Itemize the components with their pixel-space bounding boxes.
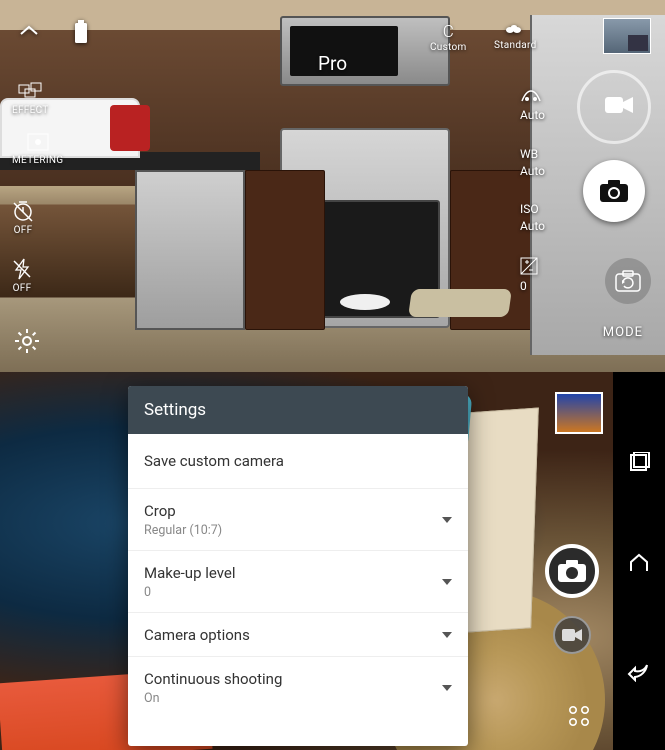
grid-icon bbox=[567, 704, 591, 728]
mode-custom[interactable]: C Custom bbox=[430, 22, 467, 53]
row-title: Continuous shooting bbox=[144, 670, 452, 688]
wb-button[interactable]: WB Auto bbox=[520, 146, 545, 180]
camera-pro-screen: C Custom Pro Standard EFFECT METERING OF… bbox=[0, 0, 665, 372]
flash-button[interactable]: OFF bbox=[12, 258, 32, 294]
gallery-thumbnail[interactable] bbox=[555, 392, 603, 434]
scene-cabinet bbox=[245, 170, 325, 330]
settings-title: Settings bbox=[128, 386, 468, 434]
ev-value: 0 bbox=[520, 278, 545, 295]
camera-icon bbox=[599, 179, 629, 203]
mode-standard[interactable]: Standard bbox=[494, 22, 537, 51]
recent-icon bbox=[628, 452, 650, 474]
mode-custom-label: Custom bbox=[430, 42, 467, 53]
row-continuous-shooting[interactable]: Continuous shooting On bbox=[128, 657, 468, 718]
settings-list[interactable]: Save custom camera Crop Regular (10:7) M… bbox=[128, 434, 468, 746]
nav-bar bbox=[613, 372, 665, 750]
custom-glyph: C bbox=[430, 22, 467, 42]
chevron-down-icon bbox=[440, 630, 454, 640]
chevron-down-icon bbox=[440, 515, 454, 525]
row-title: Camera options bbox=[144, 626, 452, 644]
effect-label: EFFECT bbox=[12, 105, 49, 116]
camera-icon bbox=[557, 559, 587, 583]
app-grid-button[interactable] bbox=[567, 704, 591, 732]
metering-label: METERING bbox=[12, 155, 63, 166]
shutter-button[interactable] bbox=[583, 160, 645, 222]
switch-camera-icon bbox=[614, 269, 642, 293]
mode-pro[interactable]: Pro bbox=[318, 52, 347, 75]
row-title: Make-up level bbox=[144, 564, 452, 582]
iso-value: Auto bbox=[520, 218, 545, 235]
row-makeup-level[interactable]: Make-up level 0 bbox=[128, 551, 468, 613]
row-save-custom-camera[interactable]: Save custom camera bbox=[128, 434, 468, 489]
effect-button[interactable]: EFFECT bbox=[12, 82, 49, 116]
settings-button[interactable] bbox=[14, 328, 40, 357]
mode-button[interactable]: MODE bbox=[603, 325, 643, 340]
chevron-down-icon bbox=[440, 683, 454, 693]
timer-button[interactable]: OFF bbox=[12, 200, 34, 236]
row-sub: On bbox=[144, 691, 452, 706]
scene-plate bbox=[340, 294, 390, 310]
row-title: Crop bbox=[144, 502, 452, 520]
shutter-button[interactable] bbox=[545, 544, 599, 598]
chevron-down-icon bbox=[440, 577, 454, 587]
nav-recent[interactable] bbox=[613, 452, 665, 478]
flash-label: OFF bbox=[12, 283, 32, 294]
wb-title: WB bbox=[520, 146, 545, 163]
mode-selector[interactable]: C Custom Pro Standard bbox=[0, 22, 665, 62]
iso-title: ISO bbox=[520, 201, 545, 218]
nav-back[interactable] bbox=[613, 662, 665, 686]
switch-camera-button[interactable] bbox=[605, 258, 651, 304]
home-icon bbox=[628, 552, 650, 574]
focus-button[interactable]: Auto bbox=[520, 88, 545, 124]
row-sub: Regular (10:7) bbox=[144, 523, 452, 538]
video-button[interactable] bbox=[553, 616, 591, 654]
scene-mat bbox=[408, 289, 512, 317]
mode-standard-label: Standard bbox=[494, 40, 537, 51]
gear-icon bbox=[14, 328, 40, 354]
camera-settings-screen: Settings Save custom camera Crop Regular… bbox=[0, 372, 665, 750]
ev-button[interactable]: 0 bbox=[520, 257, 545, 295]
scene-redpot bbox=[110, 105, 150, 151]
wb-value: Auto bbox=[520, 163, 545, 180]
nav-home[interactable] bbox=[613, 552, 665, 578]
scene-dishwasher bbox=[135, 170, 245, 330]
row-crop[interactable]: Crop Regular (10:7) bbox=[128, 489, 468, 551]
focus-value: Auto bbox=[520, 107, 545, 124]
metering-button[interactable]: METERING bbox=[12, 132, 63, 166]
back-icon bbox=[627, 662, 651, 682]
row-camera-options[interactable]: Camera options bbox=[128, 613, 468, 657]
gallery-thumbnail[interactable] bbox=[603, 18, 651, 54]
row-sub: 0 bbox=[144, 585, 452, 600]
timer-label: OFF bbox=[12, 225, 34, 236]
iso-button[interactable]: ISO Auto bbox=[520, 201, 545, 235]
video-button[interactable] bbox=[603, 92, 635, 118]
pro-params: Auto WB Auto ISO Auto 0 bbox=[520, 88, 545, 295]
settings-panel: Settings Save custom camera Crop Regular… bbox=[128, 386, 468, 746]
video-icon bbox=[561, 627, 583, 643]
row-title: Save custom camera bbox=[144, 452, 452, 470]
